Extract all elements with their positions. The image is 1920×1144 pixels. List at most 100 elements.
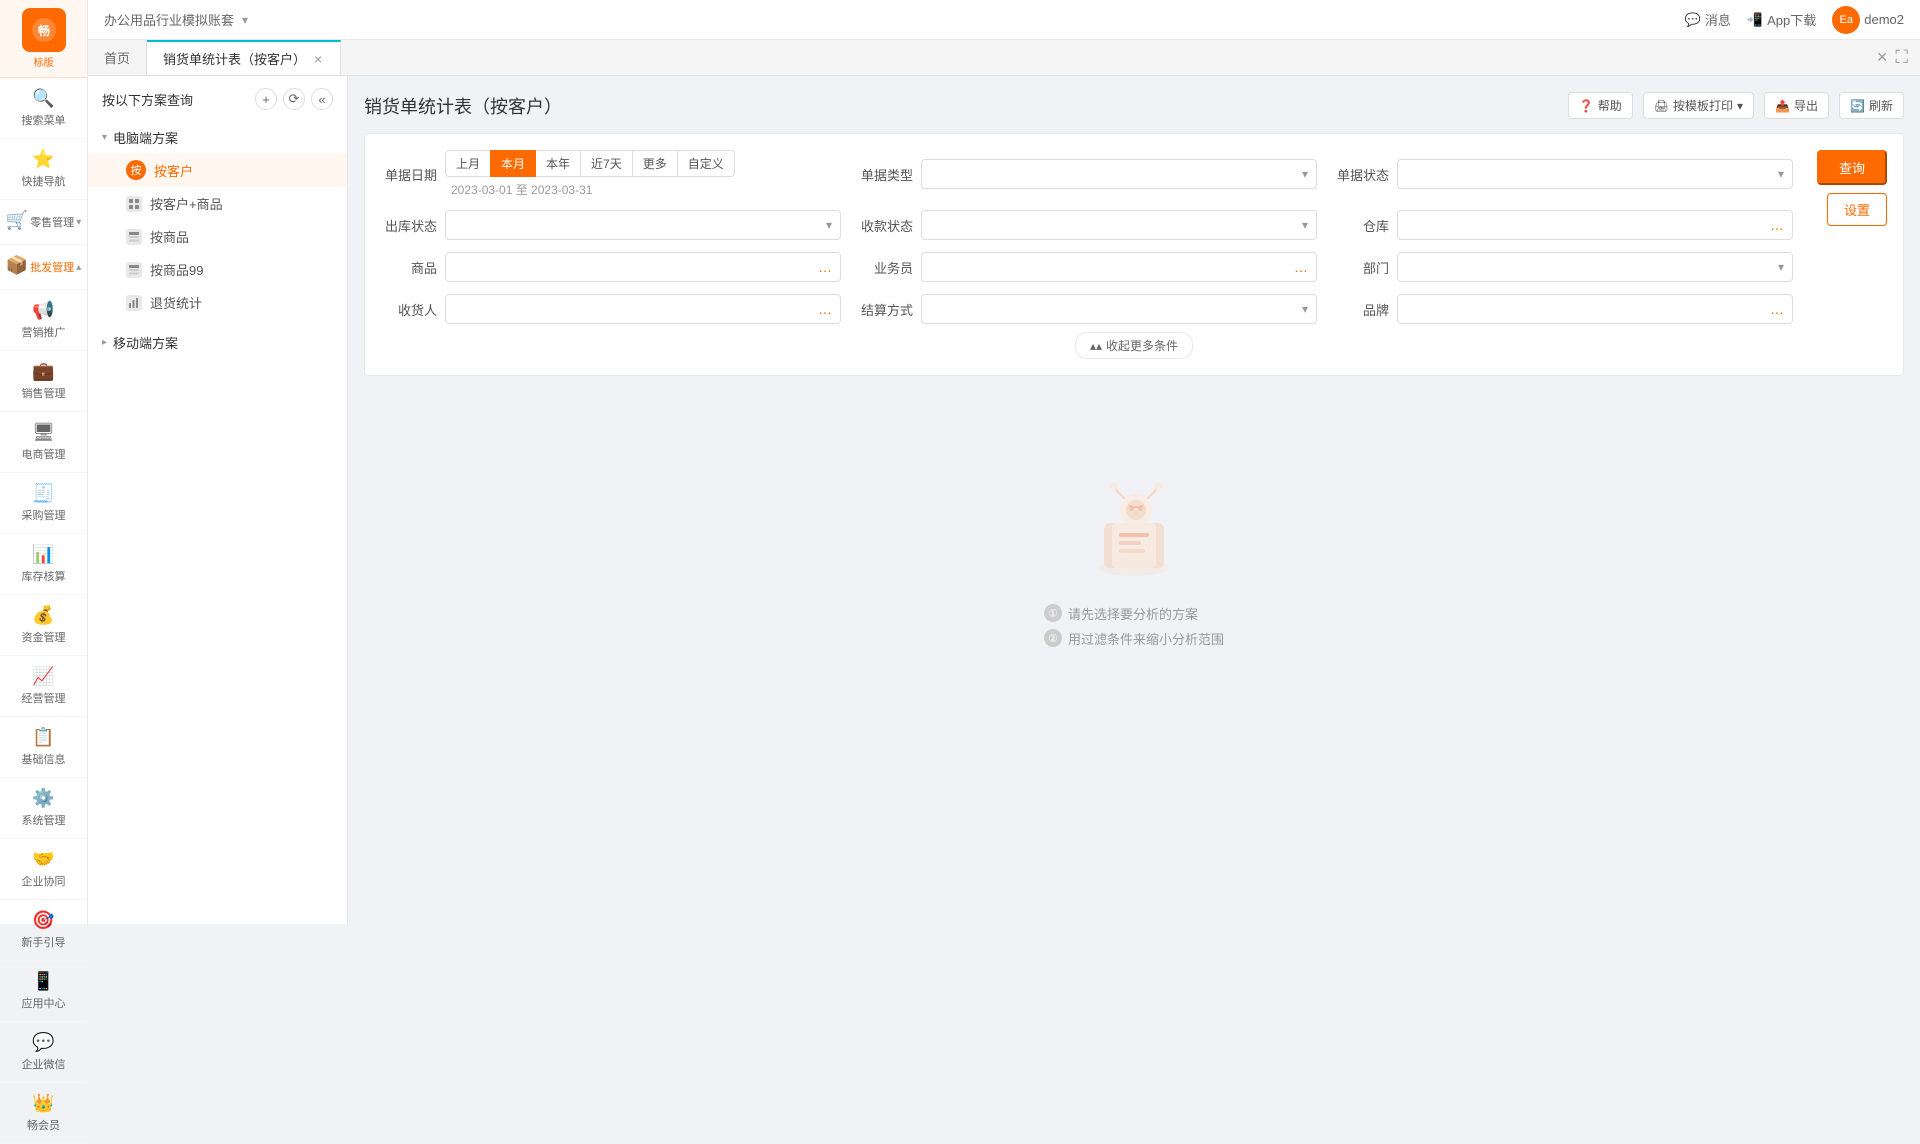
filter-row-3: 商品 … 业务员 … [381, 252, 1793, 282]
sidebar-item-quick-nav[interactable]: ⭐ 快捷导航 [0, 139, 87, 200]
sidebar-item-finance[interactable]: 💰 资金管理 [0, 595, 87, 656]
sidebar-item-vip[interactable]: 👑 畅会员 [0, 1083, 87, 1144]
sidebar-item-marketing-label: 营销推广 [22, 324, 66, 340]
goods-select[interactable]: … [445, 252, 841, 282]
department-select[interactable]: ▾ [1397, 252, 1793, 282]
sidebar-item-vip-label: 畅会员 [27, 1117, 60, 1133]
filter-row-1: 单据日期 上月 本月 本年 近7天 更多 自定义 [381, 150, 1793, 198]
tip-text-2: 用过滤条件来缩小分析范围 [1068, 629, 1224, 648]
export-button[interactable]: 📤 导出 [1764, 92, 1829, 119]
date-this-year-button[interactable]: 本年 [535, 150, 581, 177]
sidebar-item-enterprise[interactable]: 🤝 企业协同 [0, 839, 87, 900]
refresh-icon: ⟳ [289, 91, 300, 107]
print-button[interactable]: 🖨 按模板打印 ▾ [1643, 92, 1754, 119]
receiver-dots[interactable]: … [818, 301, 832, 317]
payment-status-select[interactable]: ▾ [921, 210, 1317, 240]
tip-text-1: 请先选择要分析的方案 [1068, 604, 1198, 623]
sidebar-item-ecommerce[interactable]: 🖥 电商管理 [0, 412, 87, 473]
sidebar-item-weixin[interactable]: 💬 企业微信 [0, 1022, 87, 1083]
collapse-button[interactable]: ▴▴ 收起更多条件 [1075, 332, 1193, 359]
filter-payment-status-item: 收款状态 ▾ [857, 210, 1317, 240]
receiver-label: 收货人 [381, 300, 437, 319]
sales-icon: 💼 [32, 361, 54, 382]
department-label: 部门 [1333, 258, 1389, 277]
sidebar-item-inventory[interactable]: 📊 库存核算 [0, 534, 87, 595]
help-button[interactable]: ❓ 帮助 [1568, 92, 1633, 119]
wholesale-arrow-icon: ▴ [76, 262, 81, 273]
scheme-item-by-goods-99-label: 按商品99 [150, 260, 203, 279]
user-profile[interactable]: Ea demo2 [1832, 6, 1904, 34]
out-status-select[interactable]: ▾ [445, 210, 841, 240]
export-icon: 📤 [1775, 99, 1790, 113]
salesperson-select[interactable]: … [921, 252, 1317, 282]
sidebar-item-marketing[interactable]: 📢 营销推广 [0, 290, 87, 351]
scheme-group-mobile-label: 移动端方案 [113, 333, 178, 352]
app-download-button[interactable]: 📲 App下载 [1747, 10, 1816, 29]
doc-type-select[interactable]: ▾ [921, 159, 1317, 189]
sidebar-item-purchase[interactable]: 🧾 采购管理 [0, 473, 87, 534]
tab-sales-stat-label: 销货单统计表（按客户） [163, 49, 306, 68]
sidebar-item-sales[interactable]: 💼 销售管理 [0, 351, 87, 412]
sidebar-item-retail[interactable]: 🛒 零售管理 ▾ [0, 200, 87, 245]
marketing-icon: 📢 [32, 300, 54, 321]
sidebar-item-system[interactable]: ⚙️ 系统管理 [0, 778, 87, 839]
header-dropdown-icon[interactable]: ▾ [242, 13, 248, 27]
warehouse-select[interactable]: … [1397, 210, 1793, 240]
sidebar-item-newbie[interactable]: 🎯 新手引导 [0, 900, 87, 961]
add-scheme-button[interactable]: + [255, 88, 277, 110]
query-button[interactable]: 查询 [1817, 150, 1887, 185]
sidebar-item-search[interactable]: 🔍 搜索菜单 [0, 78, 87, 139]
tab-close-icon[interactable]: × [312, 51, 324, 67]
tab-close-all-icon[interactable]: × [1877, 47, 1888, 68]
left-panel-header: 按以下方案查询 + ⟳ « [88, 76, 347, 118]
system-icon: ⚙️ [32, 788, 54, 809]
settings-button[interactable]: 设置 [1827, 193, 1887, 226]
collapse-panel-button[interactable]: « [311, 88, 333, 110]
sidebar-item-app-center[interactable]: 📱 应用中心 [0, 961, 87, 1022]
warehouse-dots[interactable]: … [1770, 217, 1784, 233]
left-panel-title: 按以下方案查询 [102, 90, 193, 109]
sidebar-item-operations-label: 经营管理 [22, 690, 66, 706]
doc-status-arrow-icon: ▾ [1778, 167, 1784, 181]
sidebar-item-wholesale[interactable]: 📦 批发管理 ▴ [0, 245, 87, 290]
scheme-item-by-customer-goods[interactable]: 按客户+商品 [88, 187, 347, 220]
empty-icon [1074, 468, 1194, 588]
date-7days-button[interactable]: 近7天 [580, 150, 633, 177]
tab-sales-stat[interactable]: 销货单统计表（按客户） × [147, 40, 341, 75]
sidebar-item-basics[interactable]: 📋 基础信息 [0, 717, 87, 778]
goods-dots[interactable]: … [818, 259, 832, 275]
salesperson-dots[interactable]: … [1294, 259, 1308, 275]
scheme-table99-icon [126, 262, 142, 278]
settlement-select[interactable]: ▾ [921, 294, 1317, 324]
refresh-button[interactable]: 🔄 刷新 [1839, 92, 1904, 119]
print-dropdown-icon: ▾ [1737, 99, 1743, 113]
scheme-item-by-goods[interactable]: 按商品 [88, 220, 347, 253]
date-last-month-button[interactable]: 上月 [445, 150, 491, 177]
scheme-item-by-customer[interactable]: 按 按客户 [88, 153, 347, 187]
scheme-item-return-stat[interactable]: 退货统计 [88, 286, 347, 319]
date-this-month-button[interactable]: 本月 [490, 150, 536, 177]
scheme-group-mobile-header[interactable]: ▸ 移动端方案 [88, 327, 347, 358]
scheme-item-by-goods-99[interactable]: 按商品99 [88, 253, 347, 286]
brand-select[interactable]: … [1397, 294, 1793, 324]
tab-fullscreen-icon[interactable]: ⛶ [1895, 47, 1908, 68]
receiver-select[interactable]: … [445, 294, 841, 324]
date-custom-button[interactable]: 自定义 [677, 150, 735, 177]
messages-button[interactable]: 💬 消息 [1685, 10, 1731, 29]
doc-status-select[interactable]: ▾ [1397, 159, 1793, 189]
header-left: 办公用品行业模拟账套 ▾ [104, 10, 248, 29]
sidebar-item-operations[interactable]: 📈 经营管理 [0, 656, 87, 717]
top-header: 办公用品行业模拟账套 ▾ 💬 消息 📲 App下载 Ea demo2 [88, 0, 1920, 40]
doc-status-label: 单据状态 [1333, 165, 1389, 184]
goods-label: 商品 [381, 258, 437, 277]
page-title-row: 销货单统计表（按客户） ❓ 帮助 🖨 按模板打印 ▾ 📤 导出 [364, 92, 1904, 119]
page-title: 销货单统计表（按客户） [364, 93, 562, 119]
brand-dots[interactable]: … [1770, 301, 1784, 317]
collapse-label: 收起更多条件 [1106, 337, 1178, 354]
left-panel-actions: + ⟳ « [255, 88, 333, 110]
tab-expand-area: × ⛶ [1865, 40, 1920, 75]
scheme-group-pc-header[interactable]: ▾ 电脑端方案 [88, 122, 347, 153]
refresh-scheme-button[interactable]: ⟳ [283, 88, 305, 110]
date-more-button[interactable]: 更多 [632, 150, 678, 177]
tab-home[interactable]: 首页 [88, 40, 147, 75]
